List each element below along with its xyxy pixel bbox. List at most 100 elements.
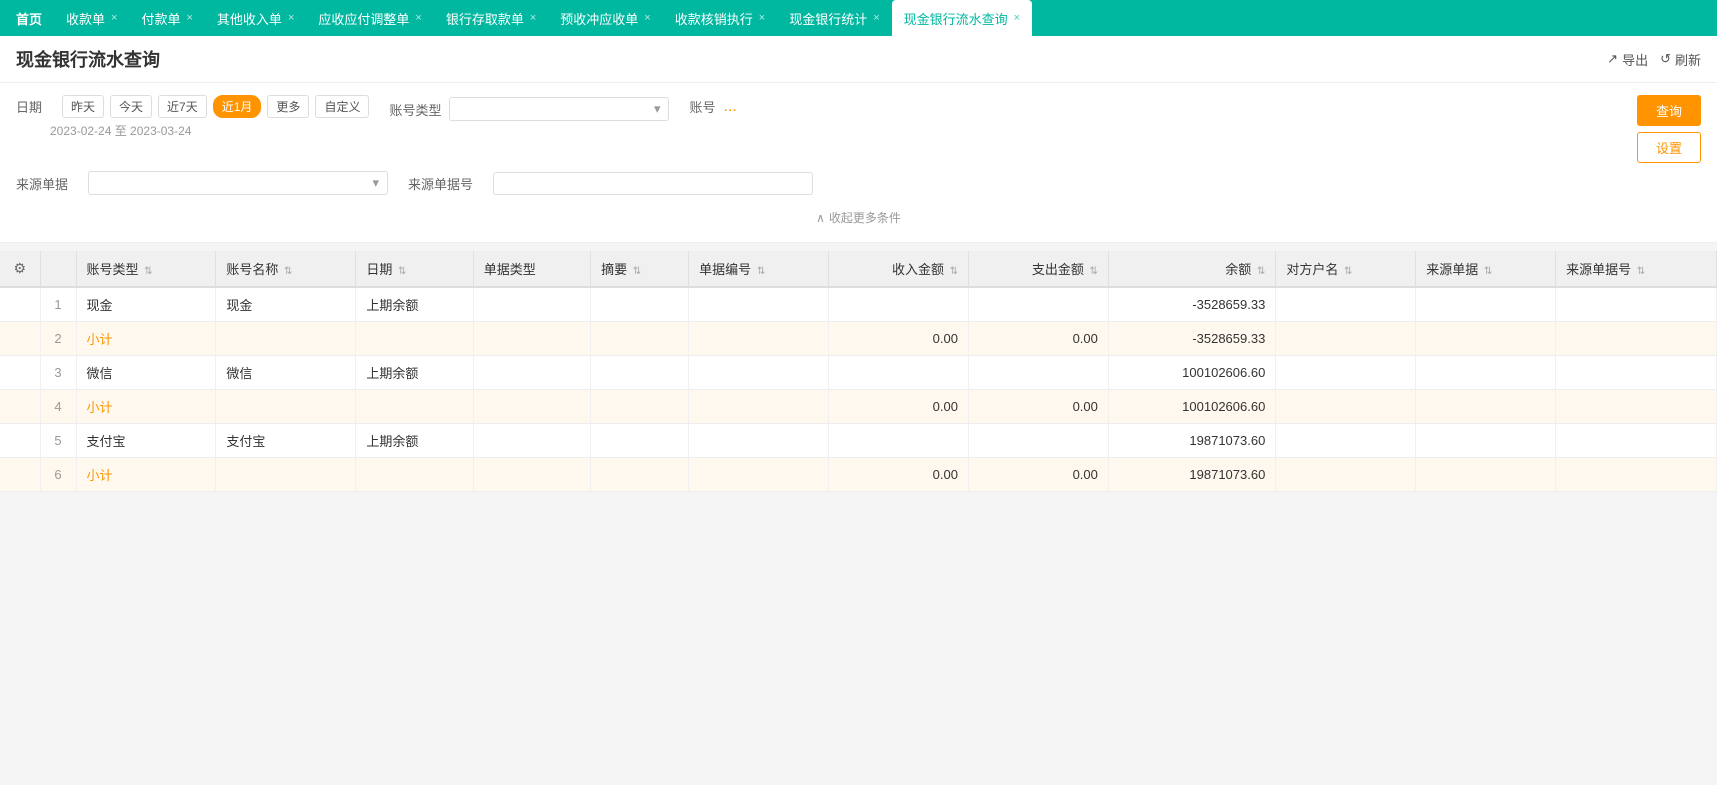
chevron-up-icon: ∧ [816,211,825,225]
nav-tab-fukudan[interactable]: 付款单 × [129,0,204,36]
td-account-name [216,458,356,492]
td-date: 上期余额 [356,287,473,322]
export-button[interactable]: ↗ 导出 [1607,50,1648,69]
td-source-doc-no [1556,458,1717,492]
th-balance[interactable]: 余额 ⇅ [1108,251,1275,287]
th-doc-no[interactable]: 单据编号 ⇅ [689,251,829,287]
source-doc-select[interactable]: ▾ [88,171,388,195]
nav-tab-yingshouyingfu[interactable]: 应收应付调整单 × [306,0,433,36]
filter-area: 日期 昨天 今天 近7天 近1月 更多 自定义 2023-02-24 至 202… [0,83,1717,243]
nav-tab-xianjintongjie[interactable]: 现金银行统计 × [777,0,891,36]
td-expense [968,356,1108,390]
td-counterpart [1276,356,1416,390]
date-btn-7days[interactable]: 近7天 [158,95,207,118]
th-settings[interactable]: ⚙ [0,251,40,287]
gear-icon[interactable]: ⚙ [13,260,26,276]
td-num: 3 [40,356,76,390]
td-account-type: 小计 [76,458,216,492]
date-btn-today[interactable]: 今天 [110,95,152,118]
th-account-type[interactable]: 账号类型 ⇅ [76,251,216,287]
date-btn-yesterday[interactable]: 昨天 [62,95,104,118]
sort-icon: ⇅ [633,266,641,277]
th-date[interactable]: 日期 ⇅ [356,251,473,287]
source-doc-no-input[interactable] [493,172,813,195]
th-source-doc-no[interactable]: 来源单据号 ⇅ [1556,251,1717,287]
th-source-doc[interactable]: 来源单据 ⇅ [1416,251,1556,287]
th-expense[interactable]: 支出金额 ⇅ [968,251,1108,287]
collapse-label: 收起更多条件 [829,209,901,226]
th-summary-label: 摘要 [601,262,627,277]
td-num: 6 [40,458,76,492]
date-range-text: 2023-02-24 至 2023-03-24 [50,124,191,138]
close-icon[interactable]: × [759,12,765,24]
td-source-doc-no [1556,356,1717,390]
td-account-type: 小计 [76,322,216,356]
td-income: 0.00 [829,390,969,424]
close-icon[interactable]: × [873,12,879,24]
date-btn-custom[interactable]: 自定义 [315,95,369,118]
close-icon[interactable]: × [186,12,192,24]
th-account-name[interactable]: 账号名称 ⇅ [216,251,356,287]
th-num [40,251,76,287]
td-account-name [216,322,356,356]
td-account-name: 微信 [216,356,356,390]
sort-icon: ⇅ [284,266,292,277]
td-counterpart [1276,287,1416,322]
th-income[interactable]: 收入金额 ⇅ [829,251,969,287]
td-num: 5 [40,424,76,458]
sort-icon: ⇅ [1090,266,1098,277]
nav-tab-label: 银行存取款单 [446,9,524,28]
date-btn-1month[interactable]: 近1月 [213,95,262,118]
chevron-down-icon: ▾ [654,101,661,117]
nav-tab-qitashouruden[interactable]: 其他收入单 × [205,0,306,36]
td-doc-no [689,424,829,458]
source-doc-label: 来源单据 [16,174,68,193]
close-icon[interactable]: × [415,12,421,24]
account-type-select[interactable]: ▾ [449,97,669,121]
account-type-label: 账号类型 [389,100,441,119]
nav-tab-xianjinliushui[interactable]: 现金银行流水查询 × [892,0,1032,36]
td-settings [0,458,40,492]
td-doc-no [689,390,829,424]
td-source-doc [1416,287,1556,322]
chevron-down-icon-2: ▾ [372,175,379,191]
th-counterpart[interactable]: 对方户名 ⇅ [1276,251,1416,287]
refresh-button[interactable]: ↺ 刷新 [1660,50,1701,69]
close-icon[interactable]: × [111,12,117,24]
td-source-doc [1416,458,1556,492]
th-source-doc-label: 来源单据 [1426,262,1478,277]
close-icon[interactable]: × [644,12,650,24]
td-settings [0,390,40,424]
td-doc-no [689,458,829,492]
export-label: 导出 [1622,50,1648,69]
th-source-doc-no-label: 来源单据号 [1566,262,1631,277]
th-summary[interactable]: 摘要 ⇅ [591,251,689,287]
td-doc-type [473,390,590,424]
nav-tab-label: 付款单 [141,9,180,28]
date-filter-label: 日期 [16,97,42,116]
close-icon[interactable]: × [530,12,536,24]
table-container: ⚙ 账号类型 ⇅ 账号名称 ⇅ 日期 ⇅ 单据类型 摘要 ⇅ [0,251,1717,492]
nav-tab-yinhangcunqu[interactable]: 银行存取款单 × [434,0,548,36]
td-date [356,322,473,356]
nav-tab-yushouchen[interactable]: 预收冲应收单 × [548,0,662,36]
td-counterpart [1276,390,1416,424]
nav-home[interactable]: 首页 [4,0,54,36]
sort-icon: ⇅ [144,266,152,277]
account-dots[interactable]: ... [723,98,736,116]
nav-tab-shoukhexiao[interactable]: 收款核销执行 × [663,0,777,36]
nav-tab-shoudan[interactable]: 收款单 × [54,0,129,36]
date-btn-more[interactable]: 更多 [267,95,309,118]
query-button[interactable]: 查询 [1637,95,1701,126]
sort-icon: ⇅ [950,266,958,277]
td-doc-type [473,458,590,492]
td-income [829,356,969,390]
page-header: 现金银行流水查询 ↗ 导出 ↺ 刷新 [0,36,1717,83]
td-summary [591,424,689,458]
td-summary [591,322,689,356]
close-icon[interactable]: × [288,12,294,24]
settings-button[interactable]: 设置 [1637,132,1701,163]
close-icon[interactable]: × [1014,12,1020,24]
collapse-bar[interactable]: ∧ 收起更多条件 [16,205,1701,230]
td-summary [591,458,689,492]
